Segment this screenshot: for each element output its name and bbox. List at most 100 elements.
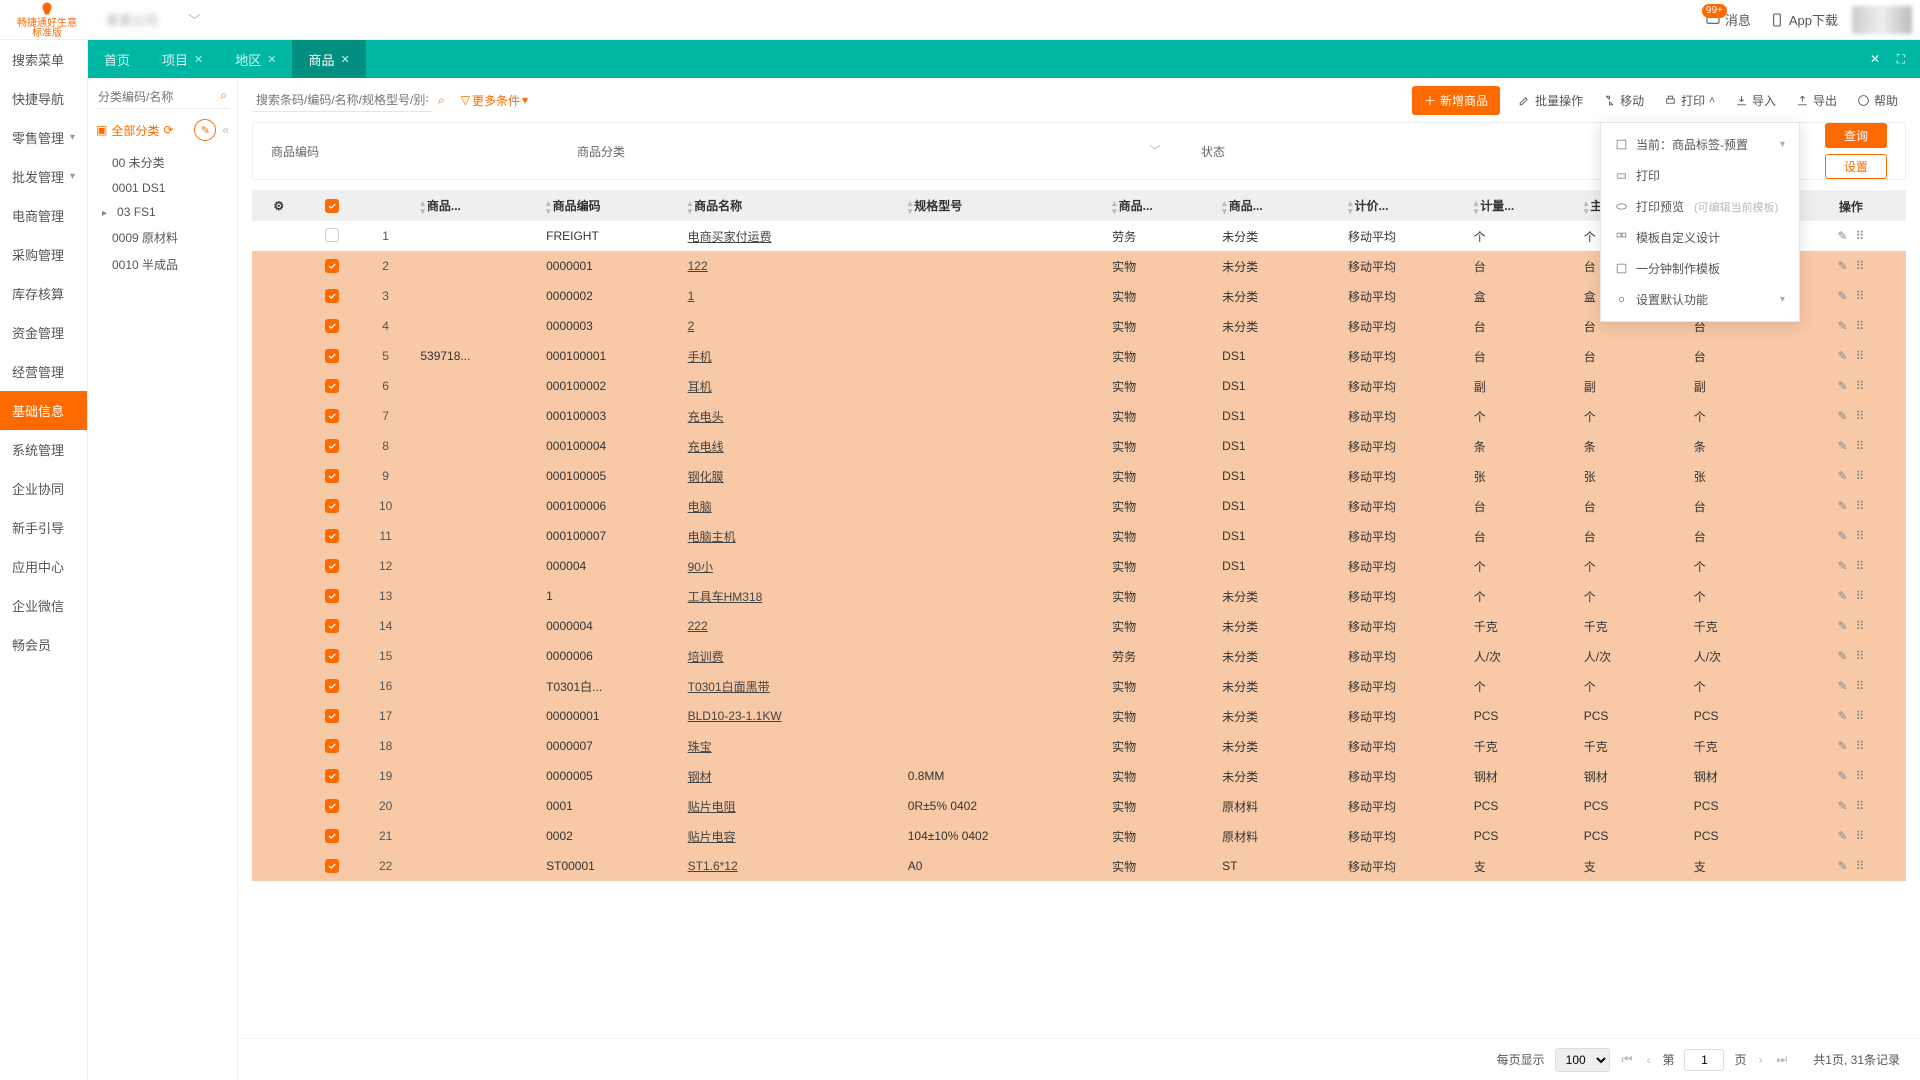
edit-row-button[interactable]: ✎ bbox=[1837, 529, 1847, 543]
category-item[interactable]: 03 FS1 bbox=[88, 200, 237, 224]
edit-row-button[interactable]: ✎ bbox=[1837, 709, 1847, 723]
cell-name[interactable]: 工具车HM318 bbox=[680, 581, 900, 611]
row-checkbox[interactable] bbox=[325, 409, 339, 423]
more-row-button[interactable]: ⠿ bbox=[1856, 229, 1865, 243]
cell-name[interactable]: 电商买家付运费 bbox=[680, 221, 900, 251]
more-row-button[interactable]: ⠿ bbox=[1856, 469, 1865, 483]
category-collapse-button[interactable]: « bbox=[222, 123, 229, 137]
sidebar-item[interactable]: 经营管理 bbox=[0, 352, 87, 391]
row-checkbox[interactable] bbox=[325, 799, 339, 813]
fullscreen-button[interactable]: ⛶ bbox=[1888, 46, 1914, 72]
edit-row-button[interactable]: ✎ bbox=[1837, 289, 1847, 303]
row-checkbox[interactable] bbox=[325, 769, 339, 783]
more-row-button[interactable]: ⠿ bbox=[1856, 529, 1865, 543]
edit-row-button[interactable]: ✎ bbox=[1837, 649, 1847, 663]
cell-name[interactable]: ST1.6*12 bbox=[680, 851, 900, 881]
row-checkbox[interactable] bbox=[325, 559, 339, 573]
tab[interactable]: 商品✕ bbox=[292, 40, 365, 78]
more-row-button[interactable]: ⠿ bbox=[1856, 649, 1865, 663]
edit-row-button[interactable]: ✎ bbox=[1837, 409, 1847, 423]
edit-row-button[interactable]: ✎ bbox=[1837, 679, 1847, 693]
column-pricing[interactable]: ▴▾计价... bbox=[1340, 191, 1466, 221]
prev-page-button[interactable]: ‹ bbox=[1644, 1053, 1652, 1067]
sidebar-item[interactable]: 畅会员 bbox=[0, 625, 87, 664]
sidebar-item[interactable]: 库存核算 bbox=[0, 274, 87, 313]
help-button[interactable]: 帮助 bbox=[1849, 92, 1906, 109]
more-row-button[interactable]: ⠿ bbox=[1856, 439, 1865, 453]
export-button[interactable]: 导出 bbox=[1788, 92, 1845, 109]
category-item[interactable]: 00 未分类 bbox=[88, 149, 237, 176]
close-icon[interactable]: ✕ bbox=[194, 53, 203, 66]
edit-row-button[interactable]: ✎ bbox=[1837, 829, 1847, 843]
per-page-select[interactable]: 100 bbox=[1555, 1048, 1610, 1072]
column-barcode[interactable]: ▴▾商品... bbox=[412, 191, 538, 221]
query-button[interactable]: 查询 bbox=[1825, 123, 1887, 148]
more-row-button[interactable]: ⠿ bbox=[1856, 409, 1865, 423]
messages-button[interactable]: 消息 99+ bbox=[1705, 10, 1751, 29]
edit-row-button[interactable]: ✎ bbox=[1837, 319, 1847, 333]
page-input[interactable] bbox=[1684, 1049, 1724, 1071]
next-page-button[interactable]: › bbox=[1756, 1053, 1764, 1067]
row-checkbox[interactable] bbox=[325, 619, 339, 633]
cell-name[interactable]: 手机 bbox=[680, 341, 900, 371]
more-row-button[interactable]: ⠿ bbox=[1856, 589, 1865, 603]
filter-code-input[interactable] bbox=[337, 151, 537, 152]
import-button[interactable]: 导入 bbox=[1727, 92, 1784, 109]
column-settings[interactable]: ⚙ bbox=[252, 191, 305, 221]
sidebar-item[interactable]: 企业协同 bbox=[0, 469, 87, 508]
user-avatar[interactable] bbox=[1852, 6, 1912, 34]
sidebar-item[interactable]: 快捷导航 bbox=[0, 79, 87, 118]
sidebar-item[interactable]: 应用中心 bbox=[0, 547, 87, 586]
sidebar-item[interactable]: 新手引导 bbox=[0, 508, 87, 547]
row-checkbox[interactable] bbox=[325, 289, 339, 303]
sidebar-item[interactable]: 系统管理 bbox=[0, 430, 87, 469]
tab[interactable]: 地区✕ bbox=[219, 40, 292, 78]
cell-name[interactable]: 钢化膜 bbox=[680, 461, 900, 491]
cell-name[interactable]: T0301白面黑带 bbox=[680, 671, 900, 701]
cell-name[interactable]: 培训费 bbox=[680, 641, 900, 671]
row-checkbox[interactable] bbox=[325, 469, 339, 483]
settings-button[interactable]: 设置 bbox=[1825, 154, 1887, 179]
row-checkbox[interactable] bbox=[325, 589, 339, 603]
more-row-button[interactable]: ⠿ bbox=[1856, 799, 1865, 813]
add-product-button[interactable]: ＋ 新增商品 bbox=[1412, 86, 1500, 115]
edit-row-button[interactable]: ✎ bbox=[1837, 739, 1847, 753]
edit-row-button[interactable]: ✎ bbox=[1837, 769, 1847, 783]
row-checkbox[interactable] bbox=[325, 859, 339, 873]
edit-row-button[interactable]: ✎ bbox=[1837, 379, 1847, 393]
edit-row-button[interactable]: ✎ bbox=[1837, 499, 1847, 513]
more-row-button[interactable]: ⠿ bbox=[1856, 499, 1865, 513]
row-checkbox[interactable] bbox=[325, 649, 339, 663]
cell-name[interactable]: 珠宝 bbox=[680, 731, 900, 761]
more-row-button[interactable]: ⠿ bbox=[1856, 559, 1865, 573]
cell-name[interactable]: 90小 bbox=[680, 551, 900, 581]
more-row-button[interactable]: ⠿ bbox=[1856, 739, 1865, 753]
search-icon[interactable]: ⌕ bbox=[438, 93, 445, 108]
last-page-button[interactable]: ⏭ bbox=[1774, 1052, 1789, 1067]
row-checkbox[interactable] bbox=[325, 228, 339, 242]
batch-ops-button[interactable]: 批量操作 bbox=[1510, 92, 1591, 109]
cell-name[interactable]: 耳机 bbox=[680, 371, 900, 401]
sidebar-item[interactable]: 资金管理 bbox=[0, 313, 87, 352]
sidebar-item[interactable]: 基础信息 bbox=[0, 391, 87, 430]
more-row-button[interactable]: ⠿ bbox=[1856, 859, 1865, 873]
edit-row-button[interactable]: ✎ bbox=[1837, 469, 1847, 483]
edit-row-button[interactable]: ✎ bbox=[1837, 349, 1847, 363]
row-checkbox[interactable] bbox=[325, 679, 339, 693]
row-checkbox[interactable] bbox=[325, 319, 339, 333]
column-name[interactable]: ▴▾商品名称 bbox=[680, 191, 900, 221]
cell-name[interactable]: 2 bbox=[680, 311, 900, 341]
edit-row-button[interactable]: ✎ bbox=[1837, 799, 1847, 813]
row-checkbox[interactable] bbox=[325, 829, 339, 843]
more-row-button[interactable]: ⠿ bbox=[1856, 619, 1865, 633]
cell-name[interactable]: 充电线 bbox=[680, 431, 900, 461]
row-checkbox[interactable] bbox=[325, 739, 339, 753]
category-item[interactable]: 0010 半成品 bbox=[88, 251, 237, 278]
sidebar-item[interactable]: 零售管理▾ bbox=[0, 118, 87, 157]
more-row-button[interactable]: ⠿ bbox=[1856, 679, 1865, 693]
edit-row-button[interactable]: ✎ bbox=[1837, 559, 1847, 573]
row-checkbox[interactable] bbox=[325, 259, 339, 273]
tab[interactable]: 首页 bbox=[88, 40, 146, 78]
cell-name[interactable]: 1 bbox=[680, 281, 900, 311]
filter-category-select[interactable]: ﹀ bbox=[643, 142, 1161, 160]
